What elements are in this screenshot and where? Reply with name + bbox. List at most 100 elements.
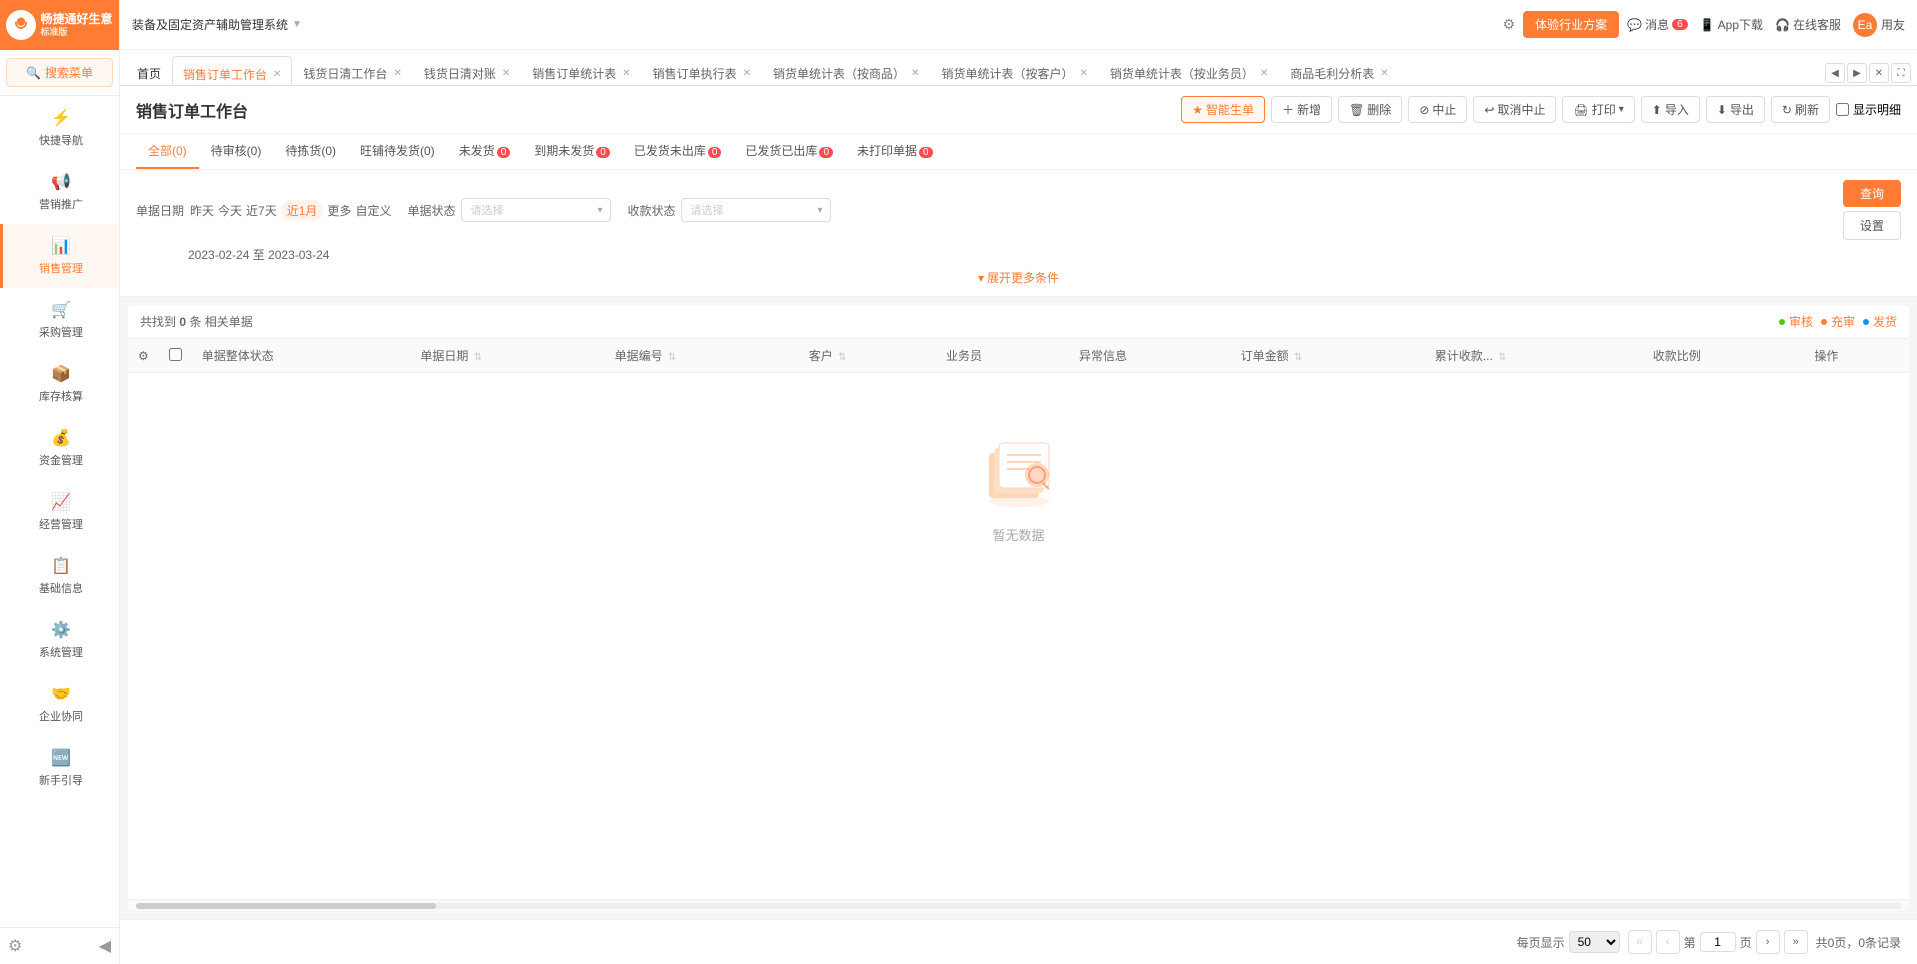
date-option-1month[interactable]: 近1月 <box>281 200 324 221</box>
filter-tab-all[interactable]: 全部(0) <box>136 134 199 169</box>
sidebar-item-inventory[interactable]: 📦 库存核算 <box>0 352 119 416</box>
stop-icon: ⊘ <box>1419 103 1429 117</box>
tab-sales-summary-staff[interactable]: 销货单统计表（按业务员） ✕ <box>1099 55 1279 85</box>
prev-page-button[interactable]: ‹ <box>1656 930 1680 954</box>
scrollbar-thumb[interactable] <box>136 903 436 909</box>
sidebar-item-guide[interactable]: 🆕 新手引导 <box>0 736 119 800</box>
last-page-button[interactable]: » <box>1784 930 1808 954</box>
tab-home[interactable]: 首页 <box>126 55 172 85</box>
tab-sales-summary-product[interactable]: 销货单统计表（按商品） ✕ <box>762 55 930 85</box>
date-option-more[interactable]: 更多 <box>327 202 351 219</box>
chevron-down-icon[interactable]: ▼ <box>292 19 302 30</box>
delete-button[interactable]: 🗑 删除 <box>1338 96 1402 123</box>
add-button[interactable]: ＋ 新增 <box>1271 96 1332 123</box>
tab-next-button[interactable]: ▶ <box>1847 63 1867 83</box>
message-action[interactable]: 💬 消息 6 <box>1627 16 1688 33</box>
setting-button[interactable]: 设置 <box>1843 211 1901 240</box>
show-detail-checkbox[interactable] <box>1836 103 1849 116</box>
tab-close-sales-exec[interactable]: ✕ <box>743 68 751 79</box>
date-option-custom[interactable]: 自定义 <box>355 202 391 219</box>
date-option-7days[interactable]: 近7天 <box>246 202 277 219</box>
sidebar-item-quicknav[interactable]: ⚡ 快捷导航 <box>0 96 119 160</box>
filter-tab-shipped-outbound[interactable]: 已发货已出库0 <box>733 134 845 169</box>
filter-tab-unshipped[interactable]: 未发货0 <box>447 134 523 169</box>
th-number[interactable]: 单据编号 ⇅ <box>605 339 799 373</box>
query-button[interactable]: 查询 <box>1843 180 1901 207</box>
sidebar-item-sales[interactable]: 📊 销售管理 <box>0 224 119 288</box>
tab-gross-margin[interactable]: 商品毛利分析表 ✕ <box>1279 55 1399 85</box>
online-service-action[interactable]: 🎧 在线客服 <box>1775 16 1841 33</box>
settings-topbar-icon[interactable]: ⚙ <box>1503 16 1516 33</box>
refresh-button[interactable]: ↻ 刷新 <box>1771 96 1830 123</box>
th-date[interactable]: 单据日期 ⇅ <box>410 339 604 373</box>
sidebar-item-purchase[interactable]: 🛒 采购管理 <box>0 288 119 352</box>
horizontal-scrollbar[interactable] <box>128 899 1909 911</box>
tab-close-sales-stats[interactable]: ✕ <box>622 68 630 79</box>
table-scroll-container[interactable]: ⚙ 单据整体状态 单据日期 ⇅ <box>128 339 1909 899</box>
tab-close-cash-reconcile[interactable]: ✕ <box>502 68 510 79</box>
user-menu[interactable]: Ea 用友 <box>1853 13 1905 37</box>
filter-tab-pending-inspect[interactable]: 待拣货(0) <box>273 134 348 169</box>
tab-close-sales-summary-customer[interactable]: ✕ <box>1079 68 1087 79</box>
first-page-button[interactable]: « <box>1628 930 1652 954</box>
filter-tab-shipped-no-outbound[interactable]: 已发货未出库0 <box>622 134 734 169</box>
logo-text: 畅捷通好生意 标准版 <box>40 12 112 37</box>
sidebar-item-marketing[interactable]: 📢 营销推广 <box>0 160 119 224</box>
app-download-action[interactable]: 📱 App下载 <box>1700 16 1763 33</box>
sidebar-item-finance[interactable]: 💰 资金管理 <box>0 416 119 480</box>
tab-close-gross-margin[interactable]: ✕ <box>1380 68 1388 79</box>
select-all-checkbox[interactable] <box>169 348 182 361</box>
system-icon: ⚙️ <box>51 620 71 640</box>
filter-tab-unprinted[interactable]: 未打印单据0 <box>845 134 945 169</box>
tab-close-all-button[interactable]: ✕ <box>1869 63 1889 83</box>
quicknav-icon: ⚡ <box>51 108 71 128</box>
cancel-stop-icon: ↩ <box>1484 103 1494 117</box>
show-detail-checkbox-label[interactable]: 显示明细 <box>1836 101 1901 118</box>
page-number-input[interactable] <box>1700 932 1736 952</box>
tab-close-cash-daily[interactable]: ✕ <box>393 68 401 79</box>
collapse-sidebar-icon[interactable]: ◀ <box>99 936 111 956</box>
smart-create-button[interactable]: ★ 智能生单 <box>1181 96 1265 123</box>
headset-icon: 🎧 <box>1775 18 1790 32</box>
th-collected[interactable]: 累计收款... ⇅ <box>1425 339 1643 373</box>
payment-select[interactable]: 请选择 ▾ <box>681 198 831 222</box>
cancel-stop-button[interactable]: ↩ 取消中止 <box>1473 96 1556 123</box>
tab-sales-exec[interactable]: 销售订单执行表 ✕ <box>642 55 762 85</box>
tab-maximize-button[interactable]: ⛶ <box>1891 63 1911 83</box>
date-option-yesterday[interactable]: 昨天 <box>190 202 214 219</box>
th-amount[interactable]: 订单金额 ⇅ <box>1231 339 1425 373</box>
tab-sales-summary-customer[interactable]: 销货单统计表（按客户） ✕ <box>930 55 1098 85</box>
tab-cash-reconcile[interactable]: 钱货日清对账 ✕ <box>413 55 521 85</box>
tab-sales-stats[interactable]: 销售订单统计表 ✕ <box>521 55 641 85</box>
cancel-review-action-button[interactable]: 充审 <box>1821 313 1855 330</box>
tab-sales-workbench[interactable]: 销售订单工作台 ✕ <box>172 56 292 86</box>
stop-button[interactable]: ⊘ 中止 <box>1408 96 1467 123</box>
review-action-button[interactable]: 审核 <box>1779 313 1813 330</box>
status-select[interactable]: 请选择 ▾ <box>461 198 611 222</box>
filter-tab-pending-review[interactable]: 待审核(0) <box>199 134 274 169</box>
export-button[interactable]: ⬇ 导出 <box>1706 96 1765 123</box>
filter-tab-overdue-unshipped[interactable]: 到期未发货0 <box>522 134 622 169</box>
tab-close-sales-summary-staff[interactable]: ✕ <box>1260 68 1268 79</box>
tab-close-sales-summary-product[interactable]: ✕ <box>911 68 919 79</box>
th-customer[interactable]: 客户 ⇅ <box>799 339 936 373</box>
ship-action-button[interactable]: 发货 <box>1863 313 1897 330</box>
date-option-today[interactable]: 今天 <box>218 202 242 219</box>
industry-solution-button[interactable]: 体验行业方案 <box>1523 11 1619 38</box>
search-menu-button[interactable]: 🔍 搜索菜单 <box>6 58 113 87</box>
settings-footer-icon[interactable]: ⚙ <box>8 936 22 956</box>
expand-conditions-button[interactable]: ▾ 展开更多条件 <box>978 269 1059 286</box>
sidebar-item-system[interactable]: ⚙️ 系统管理 <box>0 608 119 672</box>
column-settings-icon[interactable]: ⚙ <box>138 349 149 363</box>
import-button[interactable]: ⬆ 导入 <box>1641 96 1700 123</box>
sidebar-item-operation[interactable]: 📈 经营管理 <box>0 480 119 544</box>
tab-prev-button[interactable]: ◀ <box>1825 63 1845 83</box>
tab-close-sales-workbench[interactable]: ✕ <box>273 69 281 80</box>
filter-tab-wangpu-ship[interactable]: 旺铺待发货(0) <box>348 134 447 169</box>
page-size-select[interactable]: 50 100 200 <box>1569 931 1620 953</box>
sidebar-item-cooperation[interactable]: 🤝 企业协同 <box>0 672 119 736</box>
sidebar-item-basic[interactable]: 📋 基础信息 <box>0 544 119 608</box>
next-page-button[interactable]: › <box>1756 930 1780 954</box>
tab-cash-daily[interactable]: 钱货日清工作台 ✕ <box>292 55 412 85</box>
print-button[interactable]: 🖨 打印 ▾ <box>1562 96 1634 123</box>
